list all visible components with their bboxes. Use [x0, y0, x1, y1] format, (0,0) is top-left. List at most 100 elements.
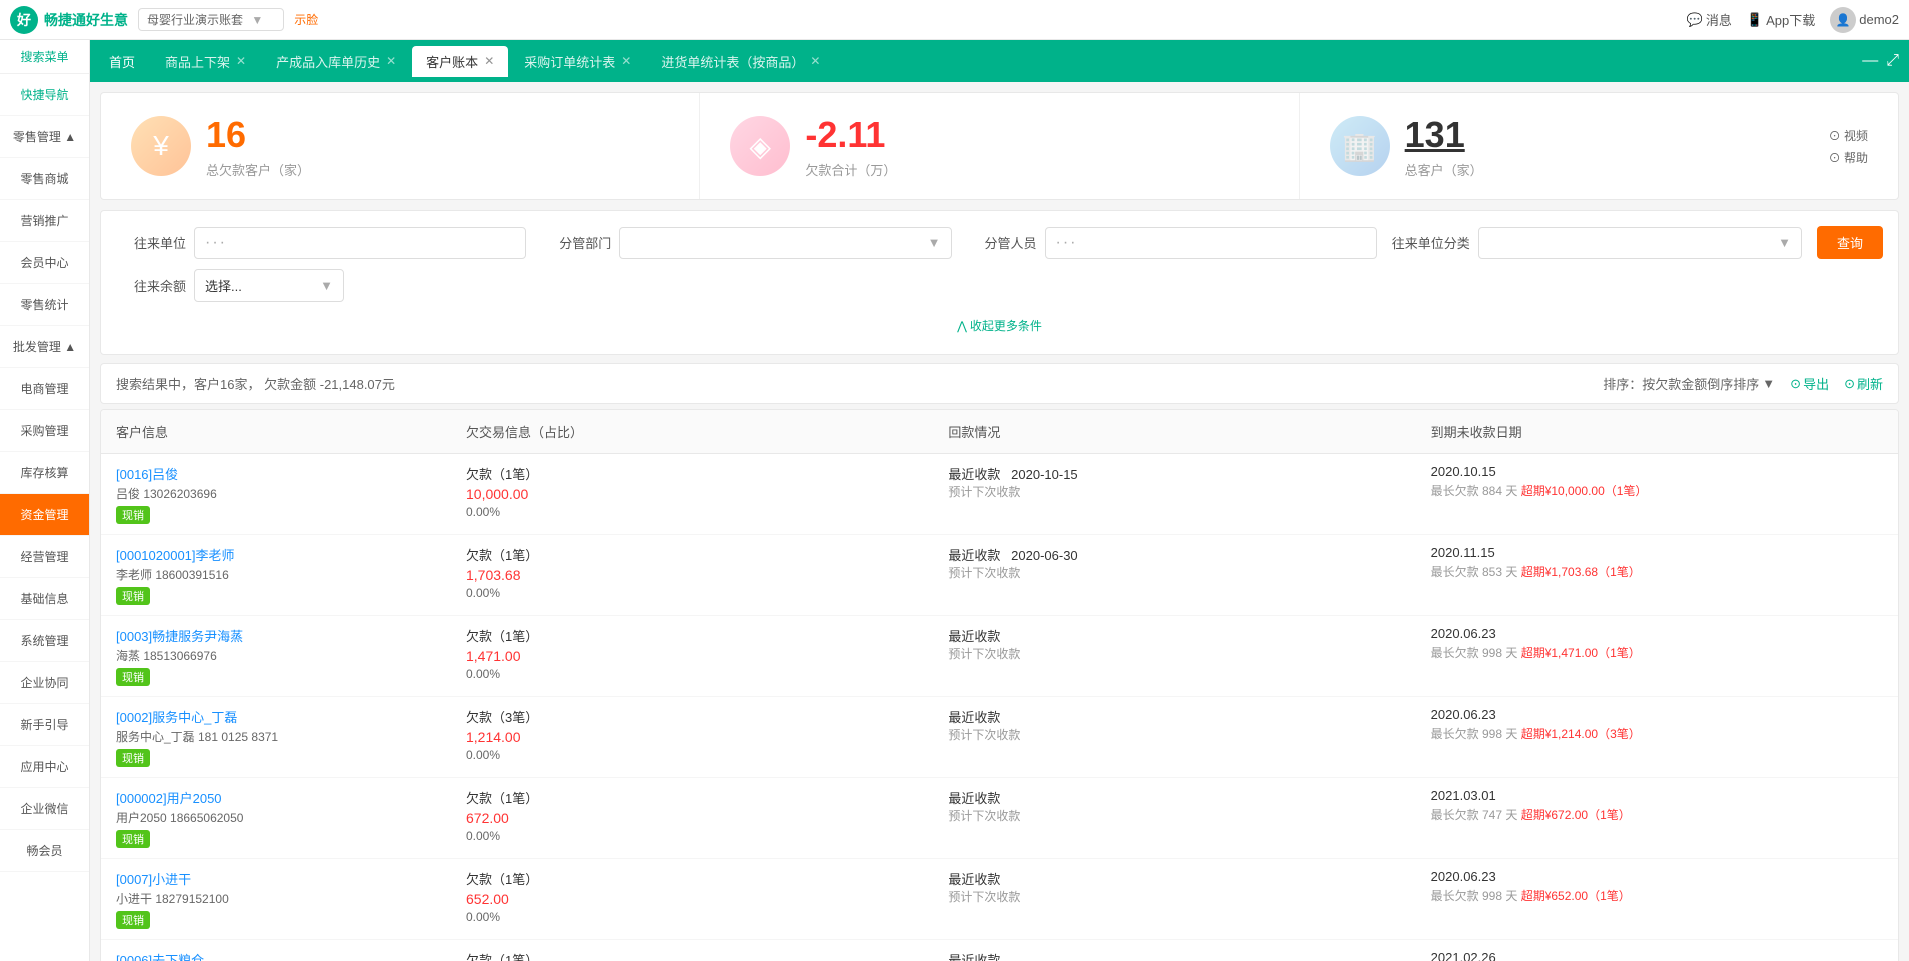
customer-name-4[interactable]: [0002]服务中心_丁磊 [116, 710, 237, 725]
tabs-maximize-btn[interactable]: ⤢ [1886, 52, 1899, 70]
debt-amount-4: 1,214.00 [466, 729, 918, 745]
recovery-label-6: 最近收款 [948, 869, 1400, 888]
results-actions: 排序：按欠款金额倒序排序 ▼ ⊙ 导出 ⊙ 刷新 [1603, 374, 1883, 393]
sidebar-item-retail-stats[interactable]: 零售统计 [0, 284, 89, 326]
sidebar-item-finance[interactable]: 资金管理 [0, 494, 89, 536]
search-button[interactable]: 查询 [1817, 226, 1883, 259]
message-btn[interactable]: 💬 消息 [1687, 10, 1732, 29]
wechat-label: 企业微信 [5, 800, 84, 817]
sidebar-item-operations[interactable]: 经营管理 [0, 536, 89, 578]
tab-close-incoming[interactable]: ✕ [810, 54, 820, 68]
sidebar-item-retail-mgmt[interactable]: 零售管理 ▲ [0, 116, 89, 158]
sidebar-item-retail-mall[interactable]: 零售商城 [0, 158, 89, 200]
td-customer-7: [0006]去下粮仓 陈小希 现销 [101, 940, 451, 961]
stat-card-debt-customers: ¥ 16 总欠款客户（家） [101, 93, 700, 199]
filter-person-label: 分管人员 [967, 233, 1037, 252]
overdue-amount-5[interactable]: 超期¥672.00（1笔） [1521, 808, 1631, 822]
customer-name-3[interactable]: [0003]畅捷服务尹海蒸 [116, 629, 243, 644]
tab-close-purchase-order[interactable]: ✕ [621, 54, 631, 68]
days-info-6: 最长欠款 998 天 超期¥652.00（1笔） [1431, 887, 1883, 904]
customer-name-7[interactable]: [0006]去下粮仓 [116, 953, 204, 961]
video-btn[interactable]: ⊙ 视频 [1829, 127, 1868, 144]
debt-amount-5: 672.00 [466, 810, 918, 826]
td-recovery-6: 最近收款 预计下次收款 [933, 859, 1415, 939]
sidebar-item-inventory[interactable]: 库存核算 [0, 452, 89, 494]
sidebar: 搜索菜单 快捷导航 零售管理 ▲ 零售商城 营销推广 会员中心 零售统计 批发管… [0, 40, 90, 961]
store-selector[interactable]: 母婴行业演示账套 ▼ [138, 8, 284, 31]
debt-pct-4: 0.00% [466, 748, 918, 762]
tab-close-customer-ledger[interactable]: ✕ [484, 54, 494, 68]
filter-balance-select[interactable]: 选择... ▼ [194, 269, 344, 302]
tabs-bar: 首页 商品上下架 ✕ 产成品入库单历史 ✕ 客户账本 ✕ 采购订单统计表 ✕ [90, 40, 1909, 82]
td-debt-2: 欠款（1笔） 1,703.68 0.00% [451, 535, 933, 615]
td-customer-1: [0016]吕俊 吕俊 13026203696 现销 [101, 454, 451, 534]
customer-name-2[interactable]: [0001020001]李老师 [116, 548, 235, 563]
sidebar-item-newbie[interactable]: 新手引导 [0, 704, 89, 746]
overdue-amount-6[interactable]: 超期¥652.00（1笔） [1521, 889, 1631, 903]
collapse-filter-btn[interactable]: ⋀ 收起更多条件 [116, 312, 1883, 339]
main-layout: 搜索菜单 快捷导航 零售管理 ▲ 零售商城 营销推广 会员中心 零售统计 批发管… [0, 40, 1909, 961]
tab-purchase-order-stats[interactable]: 采购订单统计表 ✕ [510, 46, 645, 77]
filter-person-input[interactable]: ··· [1045, 227, 1377, 259]
sidebar-item-wechat[interactable]: 企业微信 [0, 788, 89, 830]
filter-dept-label: 分管部门 [541, 233, 611, 252]
sidebar-item-ecommerce[interactable]: 电商管理 [0, 368, 89, 410]
sidebar-item-app-center[interactable]: 应用中心 [0, 746, 89, 788]
filter-unit-category: 往来单位分类 ▼ [1392, 227, 1802, 259]
filter-unit-input[interactable]: ··· [194, 227, 526, 259]
tab-home[interactable]: 首页 [95, 46, 149, 77]
sidebar-item-system[interactable]: 系统管理 [0, 620, 89, 662]
app-download-btn[interactable]: 📱 App下载 [1747, 10, 1815, 29]
app-center-label: 应用中心 [5, 758, 84, 775]
days-info-3: 最长欠款 998 天 超期¥1,471.00（1笔） [1431, 644, 1883, 661]
overdue-amount-2[interactable]: 超期¥1,703.68（1笔） [1521, 565, 1641, 579]
sidebar-item-wholesale-mgmt[interactable]: 批发管理 ▲ [0, 326, 89, 368]
logo-text: 畅捷通好生意 [44, 10, 128, 30]
customer-name-6[interactable]: [0007]小进干 [116, 872, 191, 887]
overdue-amount-3[interactable]: 超期¥1,471.00（1笔） [1521, 646, 1641, 660]
sidebar-item-marketing[interactable]: 营销推广 [0, 200, 89, 242]
sidebar-item-basic-info[interactable]: 基础信息 [0, 578, 89, 620]
debt-customers-label: 总欠款客户（家） [206, 160, 669, 179]
user-avatar[interactable]: 👤 demo2 [1830, 7, 1899, 33]
enterprise-label: 企业协同 [5, 674, 84, 691]
tab-close-finished-goods[interactable]: ✕ [386, 54, 396, 68]
table-row: [0002]服务中心_丁磊 服务中心_丁磊 181 0125 8371 现销 欠… [101, 697, 1898, 778]
table-header: 客户信息 欠交易信息（占比） 回款情况 到期未收款日期 [101, 410, 1898, 454]
sidebar-search-btn[interactable]: 搜索菜单 [0, 40, 89, 74]
filter-row-2: 往来余额 选择... ▼ [116, 269, 1883, 302]
sidebar-item-purchase-mgmt[interactable]: 采购管理 [0, 410, 89, 452]
page-content: ¥ 16 总欠款客户（家） ◈ -2.11 欠款合计（万） [90, 82, 1909, 961]
refresh-btn[interactable]: ⊙ 刷新 [1844, 374, 1883, 393]
newbie-label: 新手引导 [5, 716, 84, 733]
sidebar-item-member2[interactable]: 畅会员 [0, 830, 89, 872]
sidebar-item-enterprise[interactable]: 企业协同 [0, 662, 89, 704]
tab-product-listing[interactable]: 商品上下架 ✕ [151, 46, 260, 77]
export-btn[interactable]: ⊙ 导出 [1790, 374, 1829, 393]
store-link[interactable]: 示脸 [294, 11, 318, 28]
tab-customer-ledger[interactable]: 客户账本 ✕ [412, 46, 508, 77]
help-btn[interactable]: ⊙ 帮助 [1829, 149, 1868, 166]
filter-dept-select[interactable]: ▼ [619, 227, 951, 259]
tab-close-product-listing[interactable]: ✕ [236, 54, 246, 68]
td-recovery-7: 最近收款 预计下次收款 [933, 940, 1415, 961]
overdue-amount-4[interactable]: 超期¥1,214.00（3笔） [1521, 727, 1641, 741]
sidebar-item-quick-nav[interactable]: 快捷导航 [0, 74, 89, 116]
debt-count-7: 欠款（1笔） [466, 950, 918, 961]
sort-selector[interactable]: 排序：按欠款金额倒序排序 ▼ [1603, 374, 1775, 393]
sidebar-item-member[interactable]: 会员中心 [0, 242, 89, 284]
table-row: [0006]去下粮仓 陈小希 现销 欠款（1笔） 455.90 0.00% 最近… [101, 940, 1898, 961]
customer-name-5[interactable]: [000002]用户2050 [116, 791, 222, 806]
tab-incoming-stats[interactable]: 进货单统计表（按商品） ✕ [647, 46, 834, 77]
recovery-label-1: 最近收款 2020-10-15 [948, 464, 1400, 483]
filter-unit-cat-select[interactable]: ▼ [1478, 227, 1802, 259]
td-due-6: 2020.06.23 最长欠款 998 天 超期¥652.00（1笔） [1416, 859, 1898, 939]
td-recovery-4: 最近收款 预计下次收款 [933, 697, 1415, 777]
customer-name-1[interactable]: [0016]吕俊 [116, 467, 178, 482]
td-due-4: 2020.06.23 最长欠款 998 天 超期¥1,214.00（3笔） [1416, 697, 1898, 777]
debt-pct-2: 0.00% [466, 586, 918, 600]
tabs-minimize-btn[interactable]: — [1862, 52, 1878, 70]
recovery-next-3: 预计下次收款 [948, 645, 1400, 662]
tab-finished-goods[interactable]: 产成品入库单历史 ✕ [262, 46, 410, 77]
overdue-amount-1[interactable]: 超期¥10,000.00（1笔） [1521, 484, 1648, 498]
